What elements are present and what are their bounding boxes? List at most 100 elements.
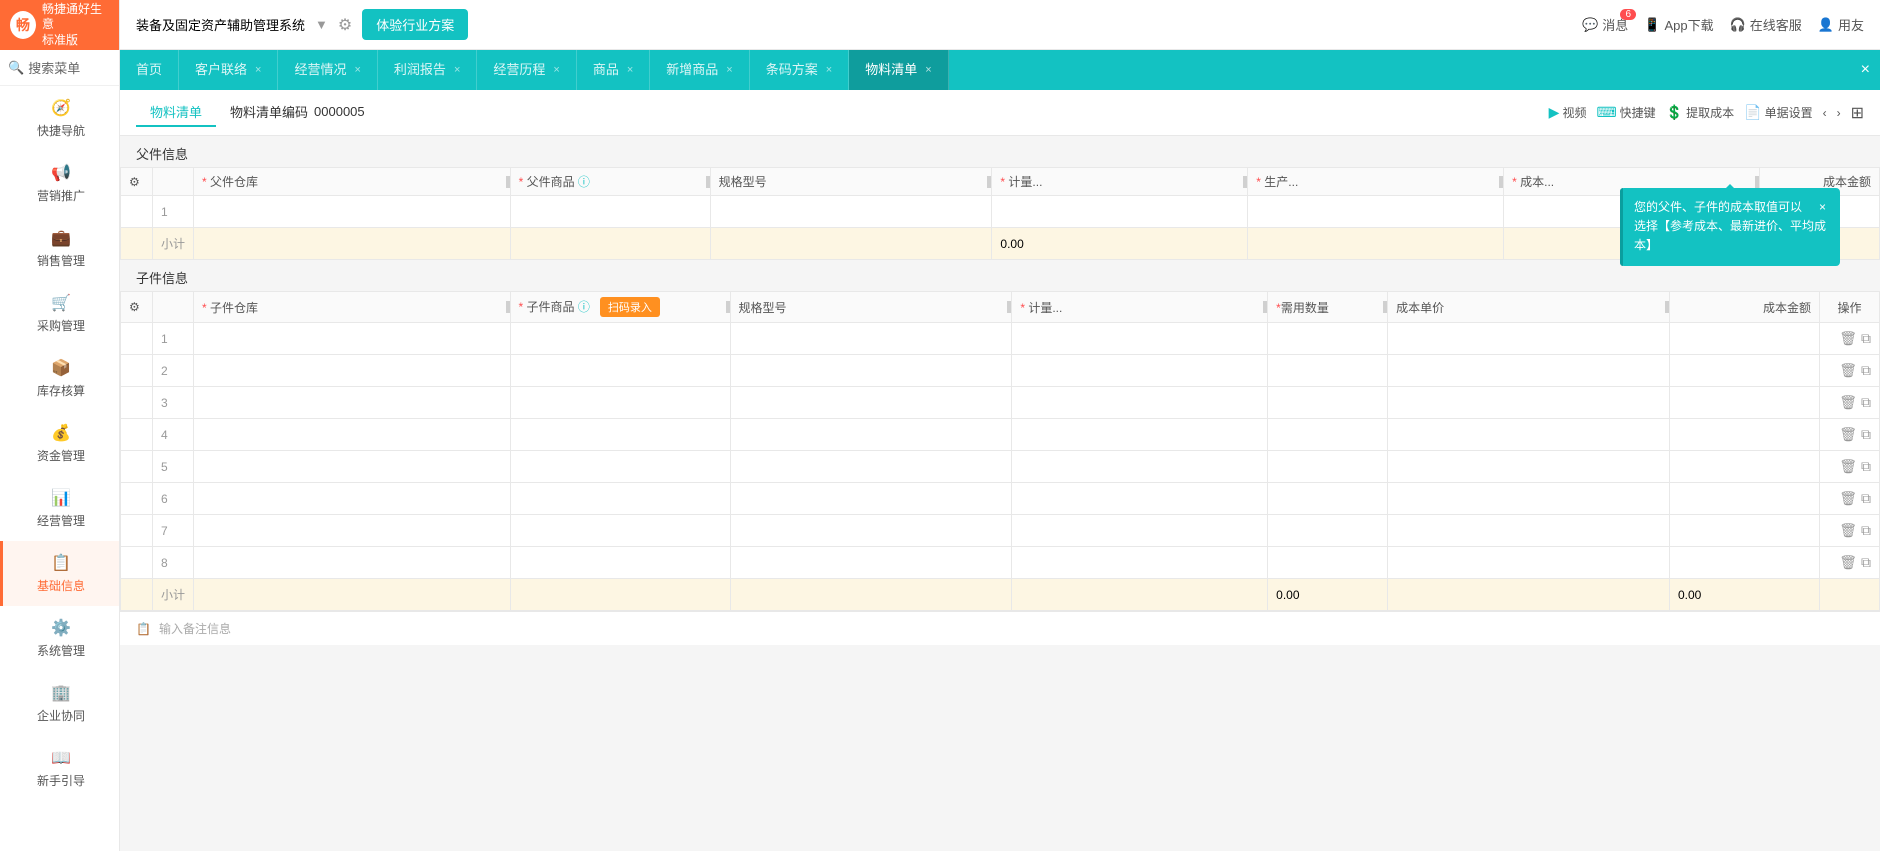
child-row5-unit-cost[interactable] bbox=[1388, 451, 1670, 483]
tooltip-close-button[interactable]: × bbox=[1819, 198, 1826, 217]
grid-view-icon[interactable]: ⊞ bbox=[1851, 103, 1864, 123]
delete-row-icon[interactable]: 🗑 bbox=[1839, 426, 1857, 443]
qty-resizer[interactable] bbox=[1243, 176, 1247, 188]
sidebar-item-inventory[interactable]: 📦 库存核算 bbox=[0, 346, 119, 411]
child-row8-quantity[interactable] bbox=[1012, 547, 1268, 579]
product-resizer[interactable] bbox=[706, 176, 710, 188]
delete-row-icon[interactable]: 🗑 bbox=[1839, 522, 1857, 539]
sidebar-item-purchase[interactable]: 🛒 采购管理 bbox=[0, 281, 119, 346]
sidebar-item-operations[interactable]: 📊 经营管理 bbox=[0, 476, 119, 541]
child-row1-unit-cost[interactable] bbox=[1388, 323, 1670, 355]
child-row6-spec[interactable] bbox=[730, 483, 1012, 515]
child-row4-warehouse[interactable] bbox=[194, 419, 511, 451]
child-row6-quantity[interactable] bbox=[1012, 483, 1268, 515]
tab-barcode[interactable]: 条码方案 × bbox=[750, 50, 849, 90]
copy-row-icon[interactable]: ⧉ bbox=[1861, 394, 1871, 411]
message-button[interactable]: 💬 6 消息 bbox=[1582, 15, 1628, 34]
child-row3-needed[interactable] bbox=[1268, 387, 1388, 419]
copy-row-icon[interactable]: ⧉ bbox=[1861, 490, 1871, 507]
child-row1-product[interactable] bbox=[510, 323, 730, 355]
child-row6-unit-cost[interactable] bbox=[1388, 483, 1670, 515]
tab-close-operations[interactable]: × bbox=[354, 50, 360, 90]
online-service-button[interactable]: 🎧 在线客服 bbox=[1730, 15, 1802, 34]
tab-goods[interactable]: 商品 × bbox=[577, 50, 650, 90]
tool-video[interactable]: ▶ 视频 bbox=[1549, 104, 1587, 121]
tab-history[interactable]: 经营历程 × bbox=[477, 50, 576, 90]
copy-row-icon[interactable]: ⧉ bbox=[1861, 554, 1871, 571]
delete-row-icon[interactable]: 🗑 bbox=[1839, 554, 1857, 571]
sidebar-search[interactable]: 🔍 搜索菜单 bbox=[0, 50, 119, 86]
child-qty-resizer[interactable] bbox=[1263, 301, 1267, 313]
child-row7-spec[interactable] bbox=[730, 515, 1012, 547]
tool-shortcut[interactable]: ⌨ 快捷键 bbox=[1596, 104, 1655, 121]
child-warehouse-resizer[interactable] bbox=[506, 301, 510, 313]
child-row4-product[interactable] bbox=[510, 419, 730, 451]
nav-prev-arrow[interactable]: ‹ bbox=[1823, 106, 1827, 120]
tab-close-bom[interactable]: × bbox=[925, 50, 931, 90]
tab-close-barcode[interactable]: × bbox=[826, 50, 832, 90]
copy-row-icon[interactable]: ⧉ bbox=[1861, 458, 1871, 475]
nav-next-arrow[interactable]: › bbox=[1837, 106, 1841, 120]
tab-close-new-goods[interactable]: × bbox=[726, 50, 732, 90]
child-row1-spec[interactable] bbox=[730, 323, 1012, 355]
child-row8-product[interactable] bbox=[510, 547, 730, 579]
child-row7-quantity[interactable] bbox=[1012, 515, 1268, 547]
child-row5-quantity[interactable] bbox=[1012, 451, 1268, 483]
child-row1-needed[interactable] bbox=[1268, 323, 1388, 355]
tab-customer[interactable]: 客户联络 × bbox=[179, 50, 278, 90]
close-all-tabs-button[interactable]: × bbox=[1851, 61, 1880, 79]
subtab-bom-code[interactable]: 物料清单编码 0000005 bbox=[216, 98, 379, 127]
prod-resizer[interactable] bbox=[1499, 176, 1503, 188]
warehouse-resizer[interactable] bbox=[506, 176, 510, 188]
dropdown-arrow-icon[interactable]: ▼ bbox=[315, 17, 328, 32]
delete-row-icon[interactable]: 🗑 bbox=[1839, 394, 1857, 411]
parent-row1-product[interactable] bbox=[510, 196, 710, 228]
child-row1-quantity[interactable] bbox=[1012, 323, 1268, 355]
tab-operations[interactable]: 经营情况 × bbox=[278, 50, 377, 90]
child-row7-needed[interactable] bbox=[1268, 515, 1388, 547]
sidebar-item-enterprise[interactable]: 🏢 企业协同 bbox=[0, 671, 119, 736]
scan-input-button[interactable]: 扫码录入 bbox=[600, 297, 660, 317]
child-product-resizer[interactable] bbox=[726, 301, 730, 313]
child-row8-spec[interactable] bbox=[730, 547, 1012, 579]
settings-icon[interactable]: ⚙ bbox=[338, 15, 352, 35]
child-row1-warehouse[interactable] bbox=[194, 323, 511, 355]
tab-close-history[interactable]: × bbox=[553, 50, 559, 90]
child-row2-needed[interactable] bbox=[1268, 355, 1388, 387]
sidebar-item-sales[interactable]: 💼 销售管理 bbox=[0, 216, 119, 281]
child-row5-spec[interactable] bbox=[730, 451, 1012, 483]
child-row4-unit-cost[interactable] bbox=[1388, 419, 1670, 451]
tab-bom[interactable]: 物料清单 × bbox=[849, 50, 948, 90]
tab-home[interactable]: 首页 bbox=[120, 50, 179, 90]
child-row3-quantity[interactable] bbox=[1012, 387, 1268, 419]
child-row4-needed[interactable] bbox=[1268, 419, 1388, 451]
delete-row-icon[interactable]: 🗑 bbox=[1839, 362, 1857, 379]
settings-col-icon[interactable]: ⚙ bbox=[129, 175, 140, 189]
child-row2-warehouse[interactable] bbox=[194, 355, 511, 387]
child-needed-resizer[interactable] bbox=[1383, 301, 1387, 313]
app-download-button[interactable]: 📱 App下载 bbox=[1644, 15, 1713, 34]
child-row3-product[interactable] bbox=[510, 387, 730, 419]
sidebar-item-guide[interactable]: 📖 新手引导 bbox=[0, 736, 119, 801]
child-row2-spec[interactable] bbox=[730, 355, 1012, 387]
child-row8-unit-cost[interactable] bbox=[1388, 547, 1670, 579]
child-row7-product[interactable] bbox=[510, 515, 730, 547]
tab-close-goods[interactable]: × bbox=[627, 50, 633, 90]
child-row2-product[interactable] bbox=[510, 355, 730, 387]
child-row6-warehouse[interactable] bbox=[194, 483, 511, 515]
delete-row-icon[interactable]: 🗑 bbox=[1839, 330, 1857, 347]
child-row3-spec[interactable] bbox=[730, 387, 1012, 419]
child-row4-spec[interactable] bbox=[730, 419, 1012, 451]
child-row7-unit-cost[interactable] bbox=[1388, 515, 1670, 547]
child-row6-product[interactable] bbox=[510, 483, 730, 515]
child-row5-needed[interactable] bbox=[1268, 451, 1388, 483]
user-avatar[interactable]: 👤 用友 bbox=[1818, 15, 1864, 34]
child-row6-needed[interactable] bbox=[1268, 483, 1388, 515]
sidebar-item-system[interactable]: ⚙️ 系统管理 bbox=[0, 606, 119, 671]
note-text[interactable]: 输入备注信息 bbox=[159, 620, 231, 637]
child-row4-quantity[interactable] bbox=[1012, 419, 1268, 451]
copy-row-icon[interactable]: ⧉ bbox=[1861, 330, 1871, 347]
tab-close-profit[interactable]: × bbox=[454, 50, 460, 90]
child-row3-unit-cost[interactable] bbox=[1388, 387, 1670, 419]
tab-profit[interactable]: 利润报告 × bbox=[378, 50, 477, 90]
